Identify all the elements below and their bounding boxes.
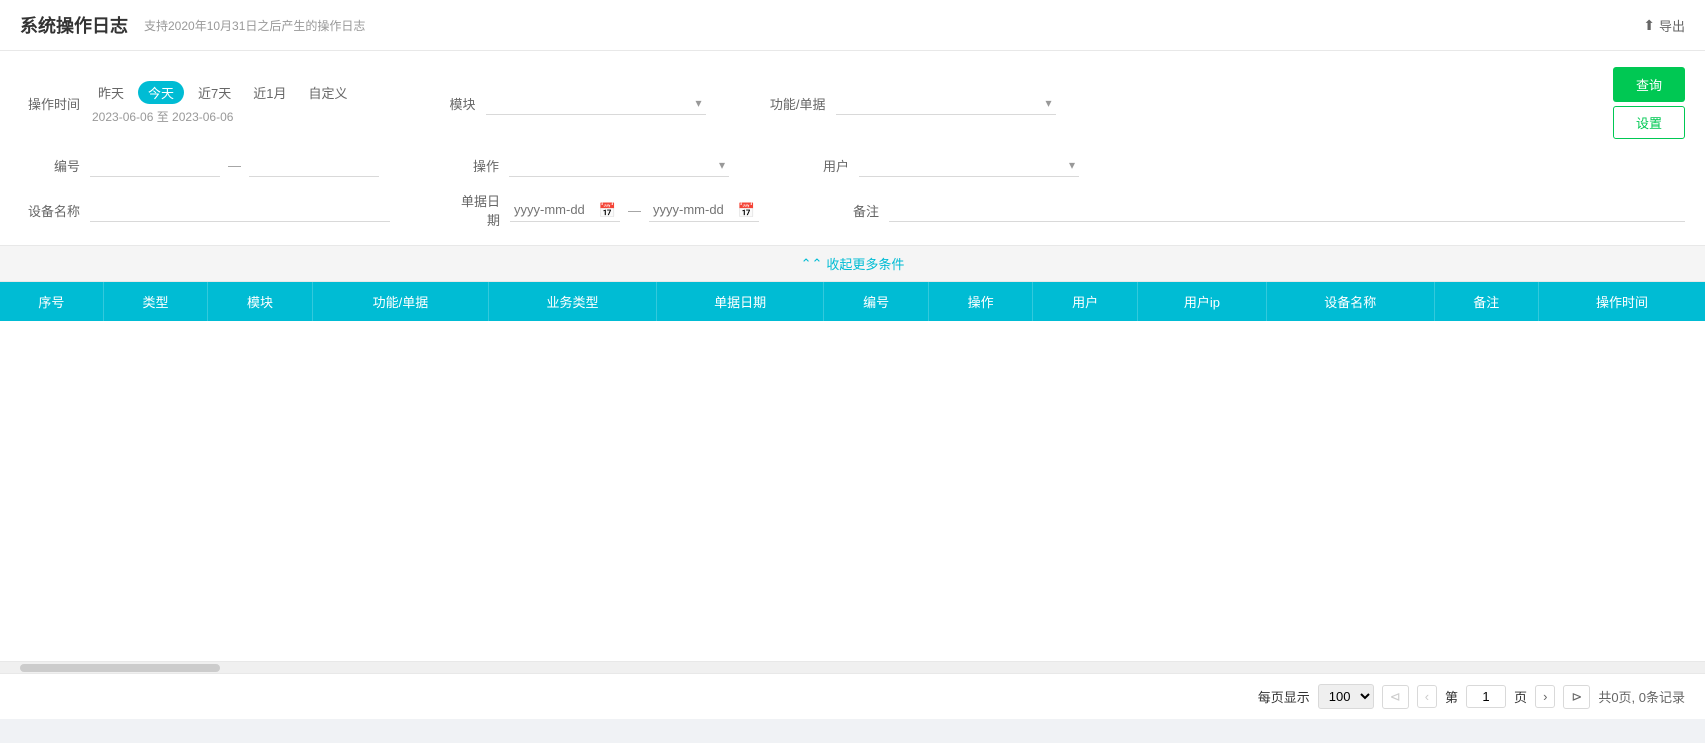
time-group: 昨天 今天 近7天 近1月 自定义 2023-06-06 至 2023-06-0…: [90, 81, 356, 125]
number-dash: —: [220, 158, 249, 173]
col-device: 设备名称: [1266, 282, 1434, 321]
total-text: 共0页, 0条记录: [1598, 687, 1685, 706]
page-header: 系统操作日志 支持2020年10月31日之后产生的操作日志 ⬆ 导出: [0, 0, 1705, 51]
module-select[interactable]: [486, 91, 706, 115]
calendar-from-icon[interactable]: 📅: [599, 202, 616, 219]
time-btn-yesterday[interactable]: 昨天: [90, 81, 132, 104]
prev-page-button[interactable]: ‹: [1417, 685, 1437, 708]
col-type: 类型: [103, 282, 207, 321]
export-button[interactable]: ⬆ 导出: [1643, 16, 1685, 35]
operation-label: 操作: [439, 156, 509, 175]
per-page-label: 每页显示: [1258, 687, 1310, 706]
col-number: 编号: [824, 282, 928, 321]
page-size-select[interactable]: 100 50 20: [1318, 684, 1374, 709]
calendar-to-icon[interactable]: 📅: [738, 202, 755, 219]
number-to-input[interactable]: [249, 153, 379, 177]
filter-row-2: 编号 — 操作 ▾ 用户 ▾: [20, 153, 1685, 177]
col-seq: 序号: [0, 282, 103, 321]
user-select-wrapper: ▾: [859, 153, 1079, 177]
page-subtitle: 支持2020年10月31日之后产生的操作日志: [144, 17, 365, 34]
empty-area: [0, 321, 1705, 661]
date-from-wrapper: 📅: [510, 198, 620, 222]
module-select-wrapper: ▾: [486, 91, 706, 115]
action-buttons: 查询 设置: [1593, 67, 1685, 139]
function-select-wrapper: ▾: [836, 91, 1056, 115]
time-label: 操作时间: [20, 94, 90, 113]
col-optime: 操作时间: [1539, 282, 1705, 321]
col-date: 单据日期: [656, 282, 824, 321]
time-range: 2023-06-06 至 2023-06-06: [90, 108, 356, 125]
number-from-input[interactable]: [90, 153, 220, 177]
remark-input[interactable]: [889, 198, 1685, 222]
pagination-bar: 每页显示 100 50 20 ⊲ ‹ 第 页 › ⊳ 共0页, 0条记录: [0, 673, 1705, 719]
number-label: 编号: [20, 156, 90, 175]
collapse-icon: ⌃⌃: [801, 256, 823, 272]
page-label: 第: [1445, 687, 1458, 706]
collapse-button[interactable]: ⌃⌃ 收起更多条件: [801, 254, 905, 273]
first-page-button[interactable]: ⊲: [1382, 685, 1409, 709]
col-function: 功能/单据: [312, 282, 488, 321]
col-user: 用户: [1033, 282, 1137, 321]
col-biztype: 业务类型: [489, 282, 657, 321]
operation-select-wrapper: ▾: [509, 153, 729, 177]
export-icon: ⬆: [1643, 17, 1655, 34]
filter-panel: 操作时间 昨天 今天 近7天 近1月 自定义 2023-06-06 至 2023…: [0, 51, 1705, 246]
col-module: 模块: [208, 282, 312, 321]
date-to-wrapper: 📅: [649, 198, 759, 222]
time-btn-custom[interactable]: 自定义: [301, 81, 356, 104]
table-header-row: 序号 类型 模块 功能/单据 业务类型 单据日期 编号 操作 用户 用户ip 设…: [0, 282, 1705, 321]
time-btn-7days[interactable]: 近7天: [190, 81, 239, 104]
time-btn-today[interactable]: 今天: [138, 81, 184, 104]
user-select[interactable]: [859, 153, 1079, 177]
col-remark: 备注: [1434, 282, 1538, 321]
scrollbar-thumb[interactable]: [20, 664, 220, 672]
query-button[interactable]: 查询: [1613, 67, 1685, 102]
filter-row-3: 设备名称 单据日期 📅 — 📅 备注: [20, 191, 1685, 229]
device-label: 设备名称: [20, 201, 90, 220]
remark-label: 备注: [819, 201, 889, 220]
export-label: 导出: [1659, 16, 1685, 35]
page-input[interactable]: [1466, 685, 1506, 708]
col-operation: 操作: [928, 282, 1032, 321]
function-select[interactable]: [836, 91, 1056, 115]
date-label: 单据日期: [450, 191, 510, 229]
collapse-label: 收起更多条件: [826, 254, 904, 273]
table-wrapper: 序号 类型 模块 功能/单据 业务类型 单据日期 编号 操作 用户 用户ip 设…: [0, 282, 1705, 661]
page-unit: 页: [1514, 687, 1527, 706]
time-btn-1month[interactable]: 近1月: [245, 81, 294, 104]
col-userip: 用户ip: [1137, 282, 1266, 321]
next-page-button[interactable]: ›: [1535, 685, 1555, 708]
page-title: 系统操作日志: [20, 12, 128, 38]
collapse-bar: ⌃⌃ 收起更多条件: [0, 246, 1705, 282]
user-label: 用户: [789, 156, 859, 175]
date-dash: —: [620, 203, 649, 218]
filter-row-1: 操作时间 昨天 今天 近7天 近1月 自定义 2023-06-06 至 2023…: [20, 67, 1685, 139]
data-table: 序号 类型 模块 功能/单据 业务类型 单据日期 编号 操作 用户 用户ip 设…: [0, 282, 1705, 321]
device-input[interactable]: [90, 198, 390, 222]
time-buttons: 昨天 今天 近7天 近1月 自定义: [90, 81, 356, 104]
function-label: 功能/单据: [766, 94, 836, 113]
settings-button[interactable]: 设置: [1613, 106, 1685, 139]
module-label: 模块: [416, 94, 486, 113]
horizontal-scrollbar[interactable]: [0, 661, 1705, 673]
operation-select[interactable]: [509, 153, 729, 177]
last-page-button[interactable]: ⊳: [1563, 685, 1590, 709]
table-header: 序号 类型 模块 功能/单据 业务类型 单据日期 编号 操作 用户 用户ip 设…: [0, 282, 1705, 321]
